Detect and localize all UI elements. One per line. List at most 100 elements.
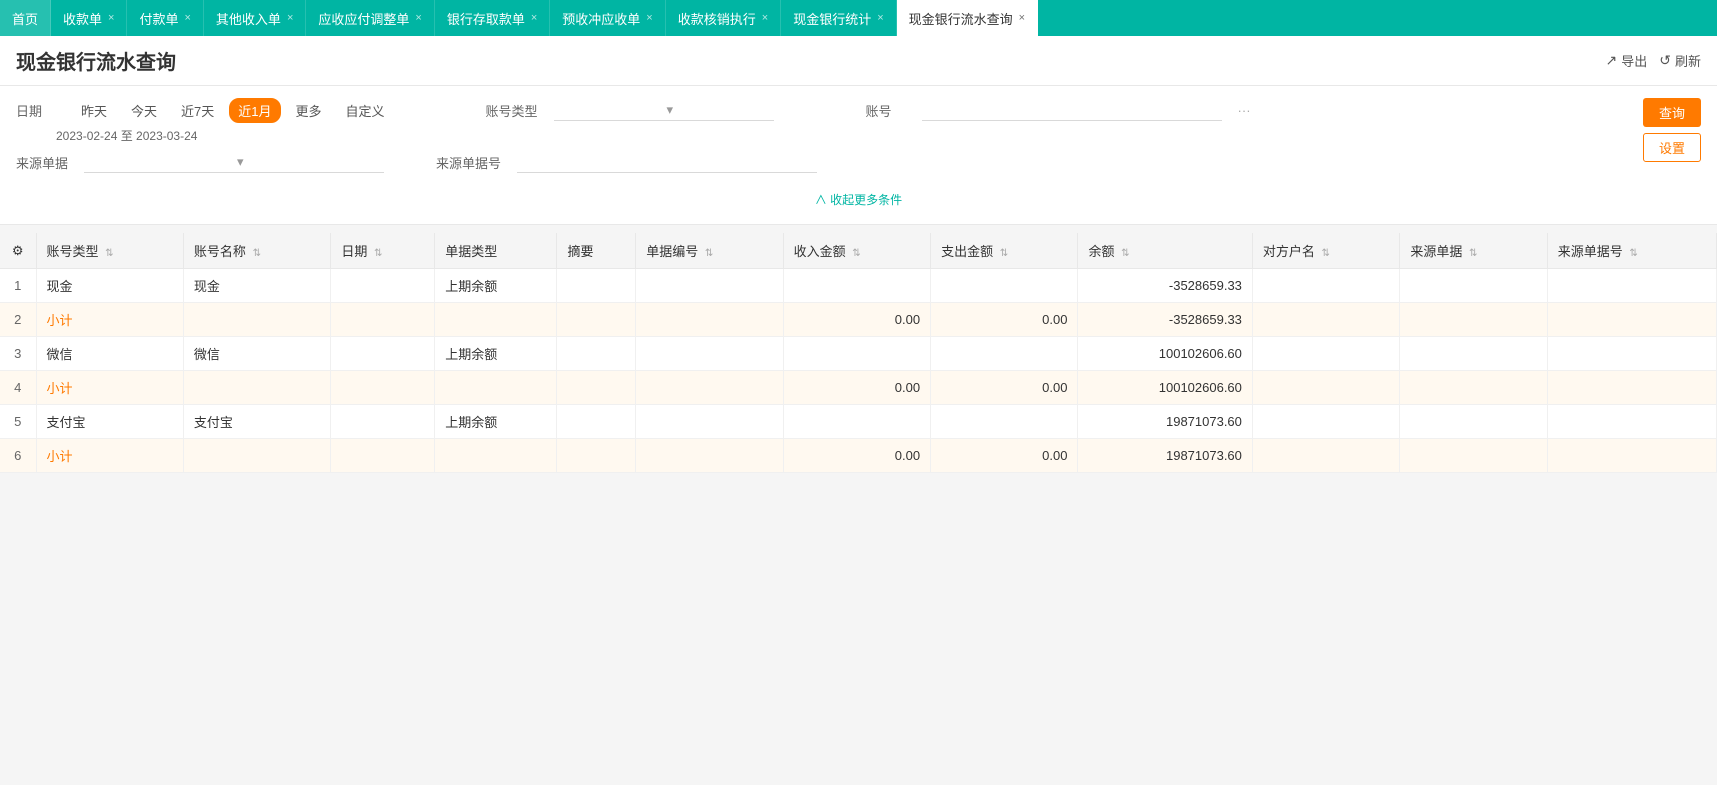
settings-button[interactable]: 设置 [1643, 133, 1701, 162]
col-income[interactable]: 收入金额 ⇅ [783, 233, 930, 269]
date-btn-1month[interactable]: 近1月 [229, 98, 280, 123]
export-button[interactable]: ↗ 导出 [1606, 51, 1648, 70]
nav-tab-collection-exec[interactable]: 收款核销执行 × [666, 0, 781, 36]
account-type-label: 账号类型 [486, 101, 538, 120]
table-cell: 1 [0, 269, 36, 303]
col-doc-no[interactable]: 单据编号 ⇅ [636, 233, 783, 269]
table-cell [1252, 439, 1399, 473]
account-input[interactable] [922, 101, 1222, 121]
account-type-select[interactable]: ▾ [554, 100, 774, 121]
table-cell [557, 405, 636, 439]
table-cell [1400, 337, 1547, 371]
table-row[interactable]: 6小计0.000.0019871073.60 [0, 439, 1717, 473]
date-btn-7days[interactable]: 近7天 [172, 98, 223, 123]
date-btn-yesterday[interactable]: 昨天 [72, 98, 116, 123]
collapse-bar[interactable]: ∧ 收起更多条件 [16, 187, 1701, 212]
col-date[interactable]: 日期 ⇅ [331, 233, 435, 269]
top-nav: 首页 收款单 × 付款单 × 其他收入单 × 应收应付调整单 × 银行存取款单 … [0, 0, 1717, 36]
table-cell [931, 269, 1078, 303]
table-cell [557, 371, 636, 405]
nav-tab-adjustment[interactable]: 应收应付调整单 × [306, 0, 434, 36]
col-summary[interactable]: 摘要 [557, 233, 636, 269]
filter-buttons: 查询 设置 [1643, 98, 1701, 162]
table-cell [636, 439, 783, 473]
table-cell: 0.00 [783, 439, 930, 473]
settings-col-header[interactable]: ⚙ [0, 233, 36, 269]
table-cell: 微信 [36, 337, 183, 371]
table-row[interactable]: 3微信微信上期余额100102606.60 [0, 337, 1717, 371]
table-cell [1547, 439, 1716, 473]
sort-icon: ⇅ [1629, 248, 1637, 259]
table-cell: 100102606.60 [1078, 371, 1252, 405]
col-doc-type[interactable]: 单据类型 [435, 233, 557, 269]
filter-area: 日期 昨天 今天 近7天 近1月 更多 自定义 账号类型 ▾ 账号 [0, 86, 1717, 225]
close-icon[interactable]: × [762, 12, 768, 24]
table-cell: -3528659.33 [1078, 269, 1252, 303]
nav-tab-payments[interactable]: 付款单 × [127, 0, 203, 36]
nav-tab-cash-bank-stats[interactable]: 现金银行统计 × [781, 0, 896, 36]
nav-tab-cash-bank-flow[interactable]: 现金银行流水查询 × [897, 0, 1038, 36]
table-cell: 微信 [183, 337, 330, 371]
table-cell: 19871073.60 [1078, 405, 1252, 439]
page-title: 现金银行流水查询 [16, 46, 176, 75]
refresh-button[interactable]: ↺ 刷新 [1659, 51, 1701, 70]
refresh-icon: ↺ [1659, 52, 1671, 69]
table-cell [331, 371, 435, 405]
close-icon[interactable]: × [415, 12, 421, 24]
nav-home[interactable]: 首页 [0, 0, 51, 36]
source-doc-select[interactable]: ▾ [84, 152, 384, 173]
nav-tab-bank-deposit[interactable]: 银行存取款单 × [435, 0, 550, 36]
close-icon[interactable]: × [108, 12, 114, 24]
sort-icon: ⇅ [852, 248, 860, 259]
col-expense[interactable]: 支出金额 ⇅ [931, 233, 1078, 269]
table-cell [1400, 269, 1547, 303]
col-counterparty[interactable]: 对方户名 ⇅ [1252, 233, 1399, 269]
date-btn-more[interactable]: 更多 [287, 98, 331, 123]
source-doc-no-input[interactable] [517, 153, 817, 173]
table-cell [1252, 303, 1399, 337]
search-button[interactable]: 查询 [1643, 98, 1701, 127]
sort-icon: ⇅ [1469, 248, 1477, 259]
table-cell [435, 371, 557, 405]
table-cell [1400, 303, 1547, 337]
close-icon[interactable]: × [531, 12, 537, 24]
source-doc-label: 来源单据 [16, 153, 68, 172]
col-account-name[interactable]: 账号名称 ⇅ [183, 233, 330, 269]
table-cell [1400, 371, 1547, 405]
table-cell [557, 439, 636, 473]
date-btn-custom[interactable]: 自定义 [337, 98, 394, 123]
table-cell [1547, 337, 1716, 371]
table-cell: 支付宝 [183, 405, 330, 439]
export-icon: ↗ [1606, 52, 1618, 69]
table-cell [636, 269, 783, 303]
table-cell: 0.00 [931, 303, 1078, 337]
account-more-icon[interactable]: ··· [1238, 103, 1251, 118]
nav-tab-receipts[interactable]: 收款单 × [51, 0, 127, 36]
chevron-down-icon: ▾ [237, 154, 378, 170]
table-row[interactable]: 2小计0.000.00-3528659.33 [0, 303, 1717, 337]
close-icon[interactable]: × [877, 12, 883, 24]
table-row[interactable]: 4小计0.000.00100102606.60 [0, 371, 1717, 405]
table-row[interactable]: 1现金现金上期余额-3528659.33 [0, 269, 1717, 303]
close-icon[interactable]: × [287, 12, 293, 24]
col-source-doc-no[interactable]: 来源单据号 ⇅ [1547, 233, 1716, 269]
close-icon[interactable]: × [646, 12, 652, 24]
table-row[interactable]: 5支付宝支付宝上期余额19871073.60 [0, 405, 1717, 439]
sort-icon: ⇅ [374, 248, 382, 259]
col-source-doc[interactable]: 来源单据 ⇅ [1400, 233, 1547, 269]
date-btn-today[interactable]: 今天 [122, 98, 166, 123]
nav-tab-prepay[interactable]: 预收冲应收单 × [550, 0, 665, 36]
close-icon[interactable]: × [1019, 12, 1025, 24]
table-cell: 上期余额 [435, 269, 557, 303]
col-account-type[interactable]: 账号类型 ⇅ [36, 233, 183, 269]
date-range-display: 2023-02-24 至 2023-03-24 [56, 129, 197, 143]
table-cell [435, 439, 557, 473]
table-cell [1252, 405, 1399, 439]
chevron-down-icon: ▾ [667, 102, 768, 118]
col-balance[interactable]: 余额 ⇅ [1078, 233, 1252, 269]
nav-tab-other-income[interactable]: 其他收入单 × [204, 0, 306, 36]
table-cell [183, 371, 330, 405]
sort-icon: ⇅ [105, 248, 113, 259]
close-icon[interactable]: × [184, 12, 190, 24]
table-cell: 小计 [36, 439, 183, 473]
